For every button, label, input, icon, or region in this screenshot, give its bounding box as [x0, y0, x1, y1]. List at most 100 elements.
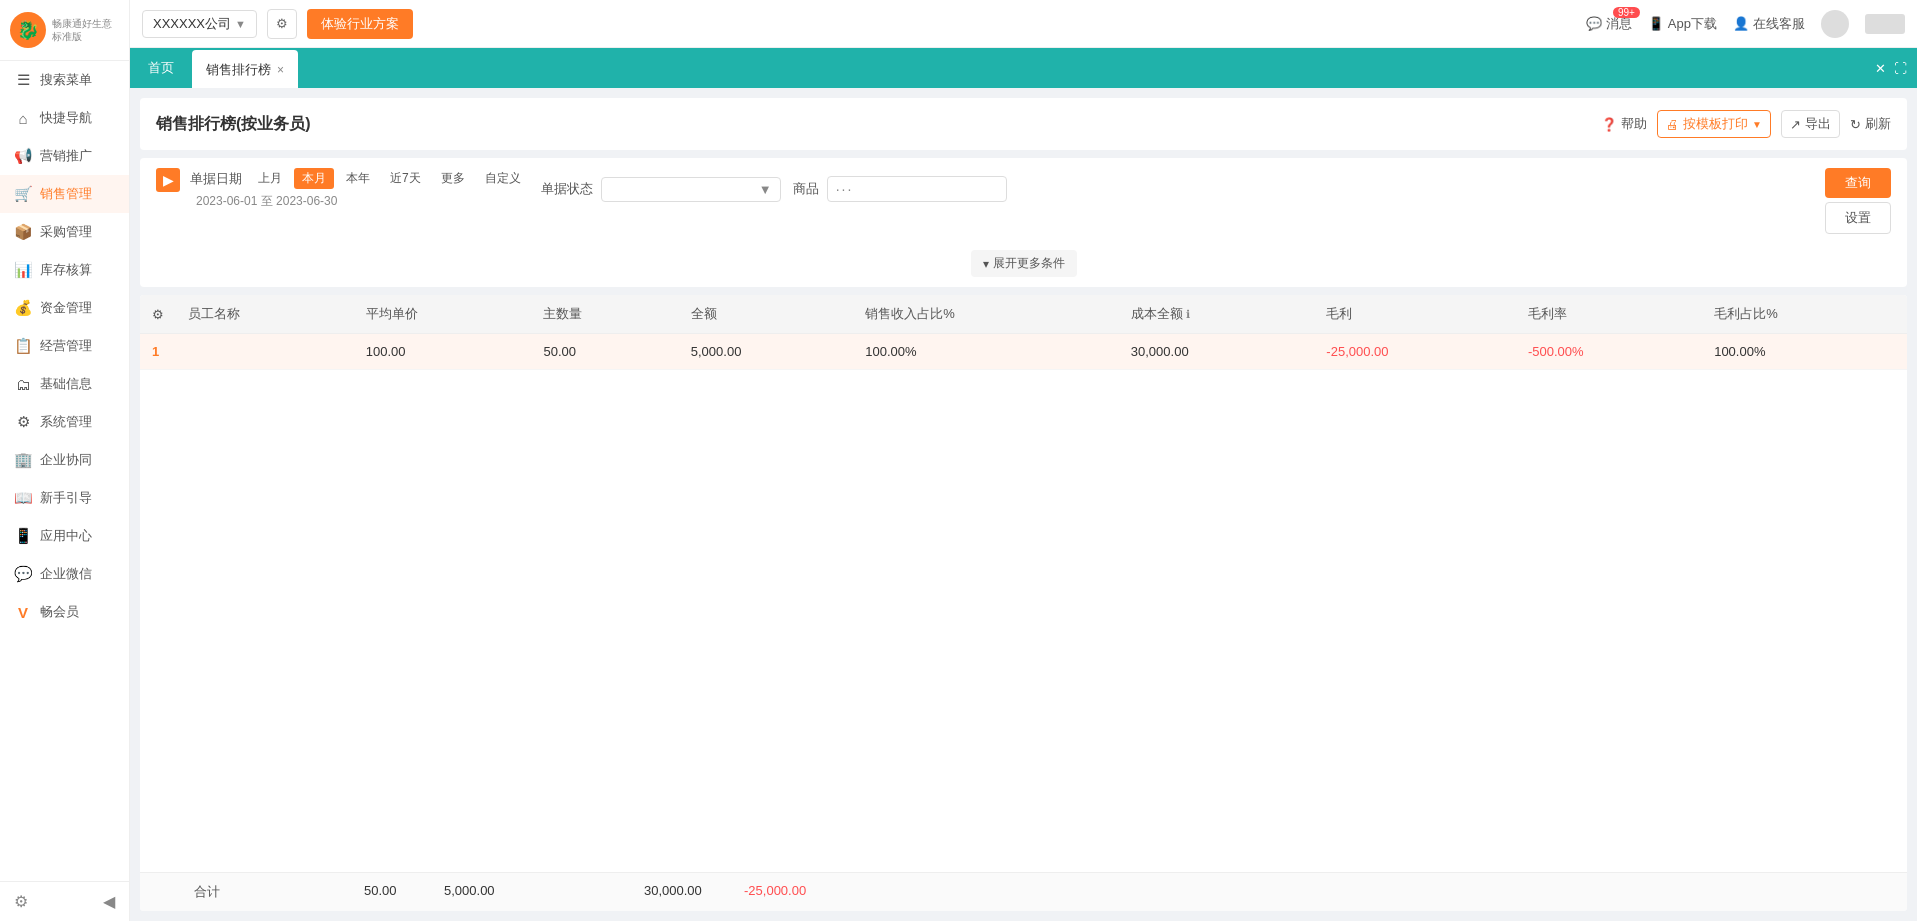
expand-more-button[interactable]: ▾ 展开更多条件: [971, 250, 1077, 277]
download-icon: 📱: [1648, 16, 1664, 31]
gross-cell: -25,000.00: [1314, 334, 1516, 370]
help-label: 帮助: [1621, 115, 1647, 133]
sidebar-item-search[interactable]: ☰ 搜索菜单: [0, 61, 129, 99]
apps-icon: 📱: [14, 527, 32, 545]
sidebar-item-quicknav[interactable]: ⌂ 快捷导航: [0, 99, 129, 137]
close-window-icon[interactable]: ✕: [1875, 61, 1886, 76]
goods-label: 商品: [793, 180, 819, 198]
header-right: 💬 消息 99+ 📱 App下载 👤 在线客服: [1586, 10, 1905, 38]
sidebar-item-label: 快捷导航: [40, 109, 92, 127]
date-tab-this-month[interactable]: 本月: [294, 168, 334, 189]
company-name: XXXXXX公司: [153, 15, 231, 33]
refresh-button[interactable]: ↻ 刷新: [1850, 115, 1891, 133]
status-label: 单据状态: [541, 180, 593, 198]
sidebar-nav: ☰ 搜索菜单 ⌂ 快捷导航 📢 营销推广 🛒 销售管理 📦 采购管理 📊 库存核…: [0, 61, 129, 881]
date-tab-custom[interactable]: 自定义: [477, 168, 529, 189]
cost-cell: 30,000.00: [1119, 334, 1315, 370]
sidebar-item-finance[interactable]: 💰 资金管理: [0, 289, 129, 327]
gross-rate-cell: -500.00%: [1516, 334, 1702, 370]
sidebar-item-guide[interactable]: 📖 新手引导: [0, 479, 129, 517]
footer-main-qty: 50.00: [352, 883, 432, 901]
trial-button[interactable]: 体验行业方案: [307, 9, 413, 39]
page-actions: ❓ 帮助 🖨 按模板打印 ▼ ↗ 导出 ↻ 刷新: [1601, 110, 1891, 138]
sidebar-item-member[interactable]: V 畅会员: [0, 593, 129, 631]
sales-icon: 🛒: [14, 185, 32, 203]
settings-button[interactable]: 设置: [1825, 202, 1891, 234]
sidebar-logo: 🐉 畅康通好生意 标准版: [0, 0, 129, 61]
sidebar-item-apps[interactable]: 📱 应用中心: [0, 517, 129, 555]
date-tab-more[interactable]: 更多: [433, 168, 473, 189]
collapse-icon[interactable]: ◀: [103, 892, 115, 911]
sidebar-item-purchase[interactable]: 📦 采购管理: [0, 213, 129, 251]
expand-window-icon[interactable]: ⛶: [1894, 61, 1907, 76]
message-icon: 💬: [1586, 16, 1602, 31]
sidebar-item-inventory[interactable]: 📊 库存核算: [0, 251, 129, 289]
footer-cost: 30,000.00: [632, 883, 732, 901]
goods-input[interactable]: ···: [827, 176, 1007, 202]
th-avg-price: 平均单价: [354, 295, 532, 334]
filter-fields: 单据日期 上月 本月 本年 近7天 更多 自定义 2023: [190, 168, 1815, 210]
date-range: 2023-06-01 至 2023-06-30: [196, 193, 529, 210]
enterprise-icon: 🏢: [14, 451, 32, 469]
th-cost: 成本全额 ℹ: [1119, 295, 1315, 334]
sidebar-item-label: 应用中心: [40, 527, 92, 545]
online-service-button[interactable]: 👤 在线客服: [1733, 15, 1805, 33]
th-name: 员工名称: [176, 295, 354, 334]
avatar[interactable]: [1821, 10, 1849, 38]
purchase-icon: 📦: [14, 223, 32, 241]
tab-bar-right: ✕ ⛶: [1875, 61, 1917, 76]
app-download-button[interactable]: 📱 App下载: [1648, 15, 1717, 33]
management-icon: 📋: [14, 337, 32, 355]
date-tab-this-year[interactable]: 本年: [338, 168, 378, 189]
service-icon: 👤: [1733, 16, 1749, 31]
th-gross-rate: 毛利率: [1516, 295, 1702, 334]
export-button[interactable]: ↗ 导出: [1781, 110, 1840, 138]
top-header: XXXXXX公司 ▼ ⚙ 体验行业方案 💬 消息 99+ 📱 App下载 👤 在…: [130, 0, 1917, 48]
gear-button[interactable]: ⚙: [267, 9, 297, 39]
help-button[interactable]: ❓ 帮助: [1601, 115, 1647, 133]
sidebar-item-system[interactable]: ⚙ 系统管理: [0, 403, 129, 441]
page-title: 销售排行榜(按业务员): [156, 114, 311, 135]
sidebar-item-enterprise[interactable]: 🏢 企业协同: [0, 441, 129, 479]
table-row: 1 100.00 50.00 5,000.00 100.00% 30,000.0…: [140, 334, 1907, 370]
print-button[interactable]: 🖨 按模板打印 ▼: [1657, 110, 1771, 138]
member-icon: V: [14, 604, 32, 621]
tab-close-icon[interactable]: ×: [277, 63, 284, 77]
settings-icon[interactable]: ⚙: [14, 892, 28, 911]
app-download-label: App下载: [1668, 15, 1717, 33]
search-menu-icon: ☰: [14, 71, 32, 89]
logo-icon: 🐉: [10, 12, 46, 48]
expand-arrow-button[interactable]: ▶: [156, 168, 180, 192]
logo-text: 畅康通好生意 标准版: [52, 17, 112, 43]
sidebar-item-wechat[interactable]: 💬 企业微信: [0, 555, 129, 593]
tab-home[interactable]: 首页: [130, 48, 192, 88]
sidebar-item-marketing[interactable]: 📢 营销推广: [0, 137, 129, 175]
main-area: XXXXXX公司 ▼ ⚙ 体验行业方案 💬 消息 99+ 📱 App下载 👤 在…: [130, 0, 1917, 921]
refresh-icon: ↻: [1850, 117, 1861, 132]
tab-sales-ranking[interactable]: 销售排行榜 ×: [192, 50, 298, 90]
sidebar-item-label: 搜索菜单: [40, 71, 92, 89]
sidebar: 🐉 畅康通好生意 标准版 ☰ 搜索菜单 ⌂ 快捷导航 📢 营销推广 🛒 销售管理…: [0, 0, 130, 921]
status-section: 单据状态 ▼: [541, 177, 781, 202]
table-wrapper: ⚙ 员工名称 平均单价 主数量 全额 销售收入占比% 成本全额 ℹ 毛利 毛利率…: [140, 295, 1907, 872]
avg-price-cell: 100.00: [354, 334, 532, 370]
system-icon: ⚙: [14, 413, 32, 431]
date-tab-7days[interactable]: 近7天: [382, 168, 429, 189]
company-selector[interactable]: XXXXXX公司 ▼: [142, 10, 257, 38]
message-button[interactable]: 💬 消息 99+: [1586, 15, 1632, 33]
query-button[interactable]: 查询: [1825, 168, 1891, 198]
sidebar-item-sales[interactable]: 🛒 销售管理: [0, 175, 129, 213]
help-icon: ❓: [1601, 117, 1617, 132]
date-tab-last-month[interactable]: 上月: [250, 168, 290, 189]
status-chevron-icon: ▼: [759, 182, 772, 197]
finance-icon: 💰: [14, 299, 32, 317]
gross-pct-cell: 100.00%: [1702, 334, 1907, 370]
sidebar-item-basic[interactable]: 🗂 基础信息: [0, 365, 129, 403]
sidebar-item-label: 采购管理: [40, 223, 92, 241]
main-qty-cell: 50.00: [531, 334, 678, 370]
status-select[interactable]: ▼: [601, 177, 781, 202]
page-container: 销售排行榜(按业务员) ❓ 帮助 🖨 按模板打印 ▼ ↗ 导出: [130, 88, 1917, 921]
sidebar-item-management[interactable]: 📋 经营管理: [0, 327, 129, 365]
th-sales-pct: 销售收入占比%: [853, 295, 1119, 334]
th-main-qty: 主数量: [531, 295, 678, 334]
